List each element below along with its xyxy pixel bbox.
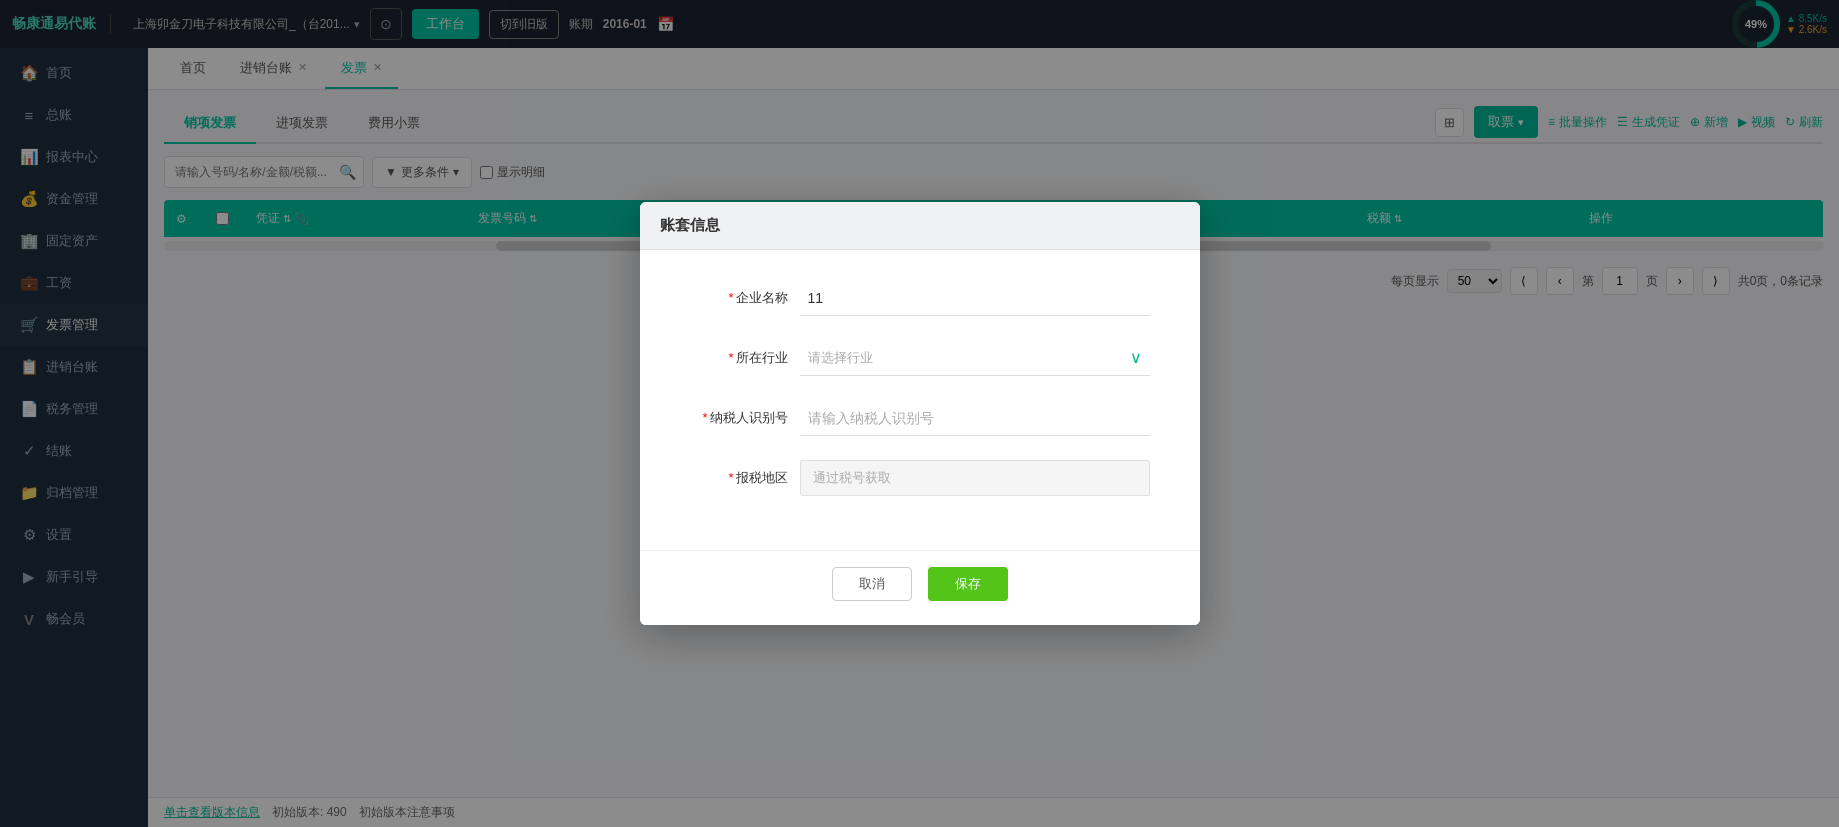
- required-star-2: *: [728, 350, 733, 365]
- required-star: *: [728, 290, 733, 305]
- save-button[interactable]: 保存: [928, 567, 1008, 601]
- form-row-tax-region: *报税地区 通过税号获取: [690, 460, 1150, 496]
- tax-id-input[interactable]: [800, 400, 1150, 436]
- account-info-modal: 账套信息 *企业名称 *所在行业 请选择行业 ∨: [640, 202, 1200, 625]
- form-row-company-name: *企业名称: [690, 280, 1150, 316]
- tax-region-placeholder: 通过税号获取: [813, 469, 891, 487]
- required-star-4: *: [728, 470, 733, 485]
- modal-body: *企业名称 *所在行业 请选择行业 ∨ *纳税人识别号: [640, 250, 1200, 550]
- industry-label: *所在行业: [690, 349, 800, 367]
- tax-region-label: *报税地区: [690, 469, 800, 487]
- form-row-tax-id: *纳税人识别号: [690, 400, 1150, 436]
- industry-dropdown-icon[interactable]: ∨: [1130, 348, 1142, 367]
- modal-header: 账套信息: [640, 202, 1200, 250]
- industry-select[interactable]: 请选择行业 ∨: [800, 340, 1150, 376]
- required-star-3: *: [702, 410, 707, 425]
- modal-footer: 取消 保存: [640, 550, 1200, 625]
- modal-title: 账套信息: [660, 216, 720, 233]
- company-name-label: *企业名称: [690, 289, 800, 307]
- tax-id-label: *纳税人识别号: [690, 409, 800, 427]
- modal-overlay: 账套信息 *企业名称 *所在行业 请选择行业 ∨: [0, 0, 1839, 827]
- company-name-input[interactable]: [800, 280, 1150, 316]
- tax-region-readonly: 通过税号获取: [800, 460, 1150, 496]
- industry-placeholder: 请选择行业: [808, 349, 873, 367]
- cancel-button[interactable]: 取消: [832, 567, 912, 601]
- form-row-industry: *所在行业 请选择行业 ∨: [690, 340, 1150, 376]
